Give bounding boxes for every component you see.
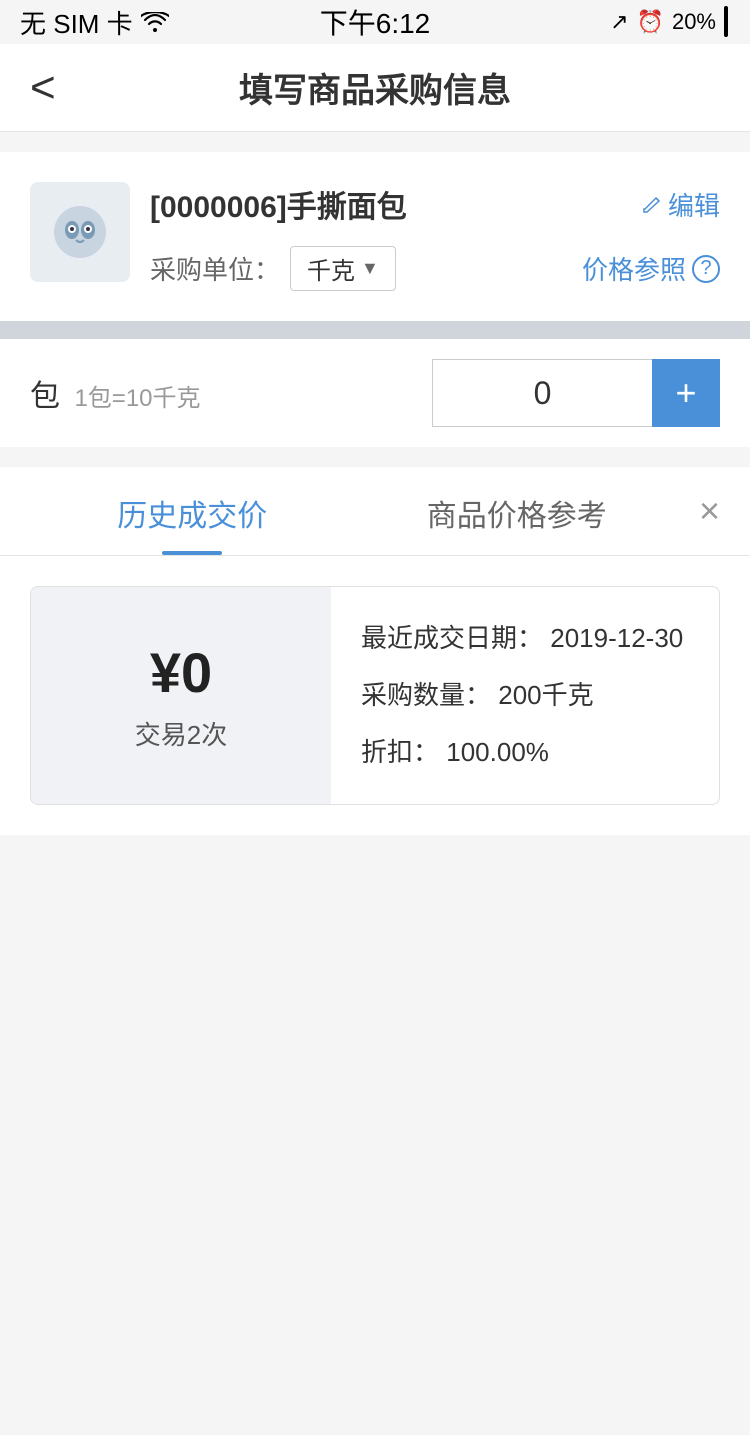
- trade-discount-line: 折扣： 100.00%: [361, 733, 689, 772]
- carrier-text: 无 SIM 卡: [20, 4, 133, 41]
- quantity-conversion-label: 1包=10千克: [74, 385, 200, 412]
- product-logo: [30, 182, 130, 282]
- price-ref-button[interactable]: 价格参照 ?: [582, 250, 720, 287]
- alarm-icon: ⏰: [637, 9, 664, 35]
- status-time: 下午6:12: [320, 2, 431, 42]
- trade-summary: ¥0 交易2次: [31, 587, 331, 804]
- trade-discount-label: 折扣：: [361, 737, 439, 767]
- quantity-value: 0: [534, 375, 552, 412]
- status-right-icons: ↗ ⏰ 20%: [610, 8, 730, 36]
- tab-close-button[interactable]: ×: [679, 480, 720, 542]
- product-unit-row: 采购单位： 千克 ▼ 价格参照 ?: [150, 246, 720, 291]
- product-name-row: [0000006]手撕面包 编辑: [150, 182, 720, 226]
- tabs-container: 历史成交价 商品价格参考 × ¥0 交易2次 最近成交日期： 2019-12-3…: [0, 467, 750, 835]
- section-divider: [0, 321, 750, 339]
- wifi-icon: [141, 12, 169, 32]
- trade-section: ¥0 交易2次 最近成交日期： 2019-12-30 采购数量： 200千克 折…: [0, 556, 750, 835]
- unit-text: 采购单位：: [150, 250, 280, 287]
- edit-icon: [642, 193, 664, 215]
- trade-date-label: 最近成交日期：: [361, 623, 543, 653]
- battery-percent: 20%: [672, 9, 716, 35]
- unit-select-dropdown[interactable]: 千克 ▼: [290, 246, 396, 291]
- back-button[interactable]: <: [30, 63, 56, 113]
- quantity-unit-label: 包: [30, 380, 60, 413]
- nav-bar: < 填写商品采购信息: [0, 44, 750, 132]
- carrier-info: 无 SIM 卡: [20, 4, 169, 41]
- close-icon: ×: [699, 490, 720, 531]
- product-info: [0000006]手撕面包 编辑 采购单位： 千克 ▼ 价格参照 ?: [150, 182, 720, 291]
- unit-label: 采购单位： 千克 ▼: [150, 246, 396, 291]
- product-card: [0000006]手撕面包 编辑 采购单位： 千克 ▼ 价格参照 ?: [0, 152, 750, 321]
- product-logo-image: [50, 202, 110, 262]
- trade-date-value: 2019-12-30: [550, 623, 683, 653]
- tab-history-label: 历史成交价: [117, 500, 267, 533]
- quantity-input[interactable]: 0: [432, 359, 652, 427]
- trade-card: ¥0 交易2次 最近成交日期： 2019-12-30 采购数量： 200千克 折…: [30, 586, 720, 805]
- product-name: [0000006]手撕面包: [150, 182, 407, 226]
- trade-qty-label: 采购数量：: [361, 680, 491, 710]
- tab-priceref-label: 商品价格参考: [427, 500, 607, 533]
- trade-details: 最近成交日期： 2019-12-30 采购数量： 200千克 折扣： 100.0…: [331, 587, 719, 804]
- quantity-row: 包 1包=10千克 0 +: [0, 339, 750, 447]
- trade-qty-value: 200千克: [498, 680, 593, 710]
- unit-value: 千克: [307, 251, 355, 286]
- plus-icon: +: [675, 372, 696, 414]
- page-title: 填写商品采购信息: [239, 63, 511, 112]
- status-bar: 无 SIM 卡 下午6:12 ↗ ⏰ 20%: [0, 0, 750, 44]
- help-icon: ?: [692, 255, 720, 283]
- quantity-controls: 0 +: [432, 359, 720, 427]
- location-icon: ↗: [610, 9, 628, 35]
- tabs-header: 历史成交价 商品价格参考 ×: [0, 467, 750, 556]
- price-ref-label: 价格参照: [582, 250, 686, 287]
- trade-price: ¥0: [150, 640, 212, 705]
- edit-label: 编辑: [668, 186, 720, 223]
- bottom-space: [0, 835, 750, 1435]
- trade-count: 交易2次: [135, 715, 227, 752]
- dropdown-arrow-icon: ▼: [361, 258, 379, 279]
- trade-qty-line: 采购数量： 200千克: [361, 676, 689, 715]
- quantity-plus-button[interactable]: +: [652, 359, 720, 427]
- tab-price-ref[interactable]: 商品价格参考: [354, 467, 678, 555]
- quantity-label-group: 包 1包=10千克: [30, 371, 201, 415]
- trade-discount-value: 100.00%: [446, 737, 549, 767]
- tab-history-price[interactable]: 历史成交价: [30, 467, 354, 555]
- edit-button[interactable]: 编辑: [642, 186, 720, 223]
- battery-icon: [724, 8, 730, 36]
- trade-date-line: 最近成交日期： 2019-12-30: [361, 619, 689, 658]
